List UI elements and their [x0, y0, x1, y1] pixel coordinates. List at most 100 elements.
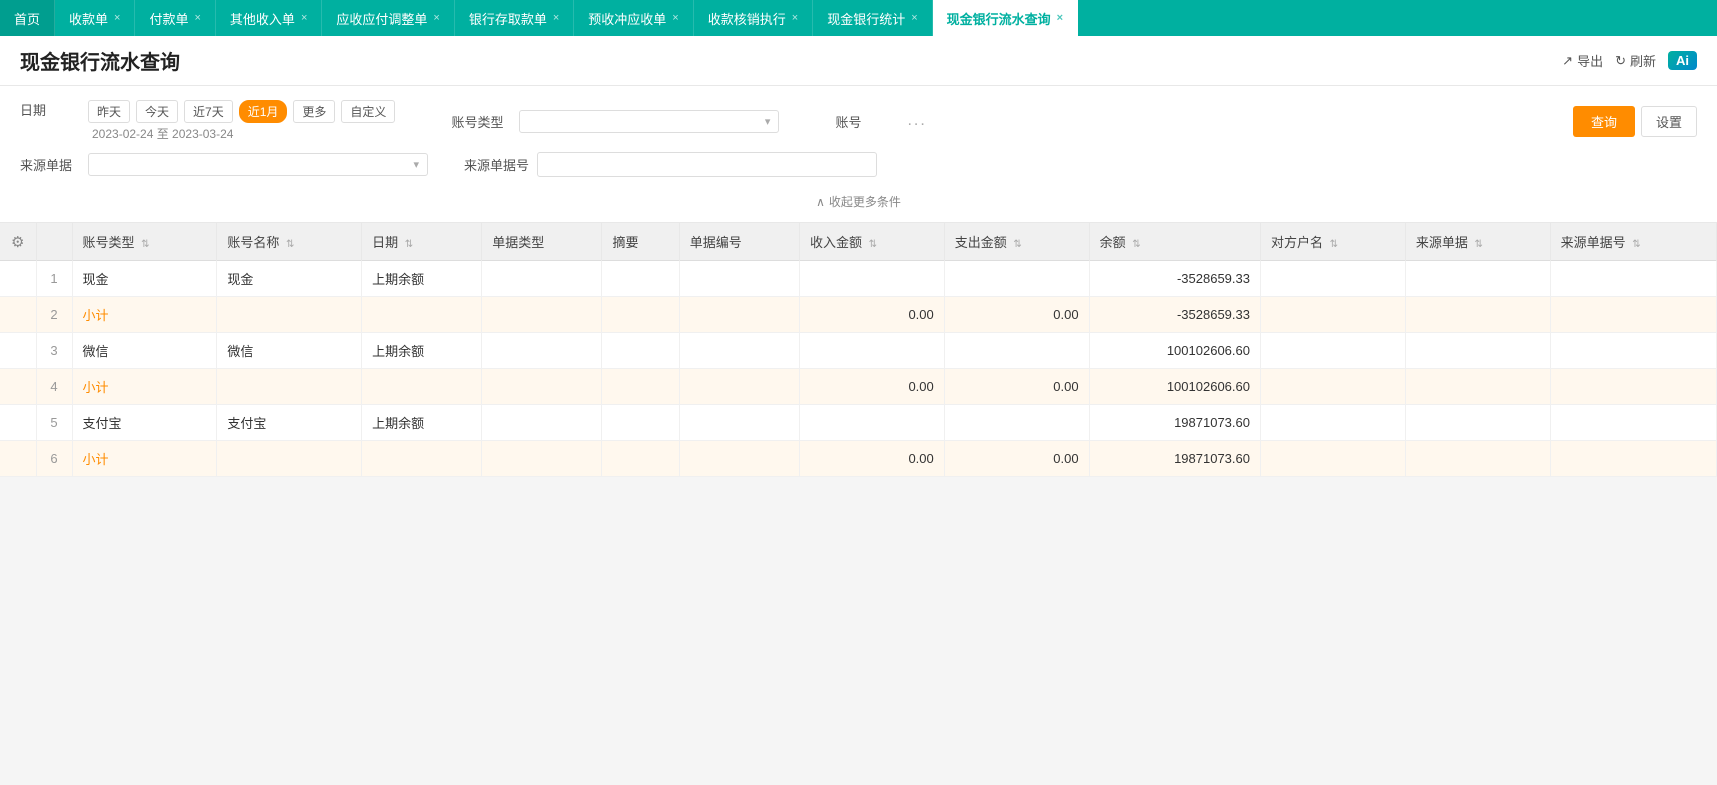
table-cell: -3528659.33	[1089, 261, 1260, 297]
col-balance[interactable]: 余额 ⇅	[1089, 223, 1260, 261]
col-expense[interactable]: 支出金额 ⇅	[944, 223, 1089, 261]
table-cell: 2	[36, 297, 72, 333]
table-row[interactable]: 6小计0.000.0019871073.60	[0, 441, 1717, 477]
top-nav: 首页 收款单 × 付款单 × 其他收入单 × 应收应付调整单 × 银行存取款单 …	[0, 0, 1717, 36]
table-row[interactable]: 3微信微信上期余额100102606.60	[0, 333, 1717, 369]
table-cell: 4	[36, 369, 72, 405]
table-area: ⚙ 账号类型 ⇅ 账号名称 ⇅ 日期 ⇅ 单据类型 摘要 单据编号 收入金额 ⇅…	[0, 223, 1717, 477]
table-cell	[602, 441, 679, 477]
col-settings[interactable]: ⚙	[0, 223, 36, 261]
table-cell: 0.00	[944, 297, 1089, 333]
col-source-doc-no[interactable]: 来源单据号 ⇅	[1550, 223, 1716, 261]
table-row[interactable]: 2小计0.000.00-3528659.33	[0, 297, 1717, 333]
close-icon-other-income[interactable]: ×	[301, 12, 307, 24]
nav-item-advance-offset[interactable]: 预收冲应收单 ×	[574, 0, 693, 36]
nav-label-cash-bank-flow: 现金银行流水查询	[947, 9, 1051, 28]
col-income[interactable]: 收入金额 ⇅	[799, 223, 944, 261]
nav-label-bank-deposit: 银行存取款单	[469, 9, 547, 28]
table-cell	[1405, 369, 1550, 405]
table-cell	[0, 441, 36, 477]
close-icon-payments[interactable]: ×	[194, 12, 200, 24]
page-title: 现金银行流水查询	[20, 46, 180, 75]
source-doc-no-input[interactable]	[537, 152, 877, 177]
table-cell	[482, 333, 602, 369]
col-account-type[interactable]: 账号类型 ⇅	[72, 223, 217, 261]
nav-item-bank-deposit[interactable]: 银行存取款单 ×	[455, 0, 574, 36]
table-row[interactable]: 4小计0.000.00100102606.60	[0, 369, 1717, 405]
table-cell	[944, 405, 1089, 441]
date-btn-more[interactable]: 更多	[293, 100, 335, 123]
table-row[interactable]: 1现金现金上期余额-3528659.33	[0, 261, 1717, 297]
col-date[interactable]: 日期 ⇅	[362, 223, 482, 261]
table-cell	[799, 333, 944, 369]
export-label: 导出	[1577, 51, 1603, 70]
nav-label-advance-offset: 预收冲应收单	[588, 9, 666, 28]
refresh-button[interactable]: ↻ 刷新	[1615, 51, 1656, 70]
source-doc-label: 来源单据	[20, 155, 80, 174]
close-icon-cash-bank-stats[interactable]: ×	[911, 12, 917, 24]
date-btn-today[interactable]: 今天	[136, 100, 178, 123]
date-btn-7days[interactable]: 近7天	[184, 100, 233, 123]
nav-item-receipts[interactable]: 收款单 ×	[55, 0, 135, 36]
collapse-bar[interactable]: ∧ 收起更多条件	[20, 187, 1697, 214]
table-cell	[362, 369, 482, 405]
table-cell	[0, 261, 36, 297]
nav-item-cash-bank-flow[interactable]: 现金银行流水查询 ×	[933, 0, 1078, 36]
table-cell: 上期余额	[362, 333, 482, 369]
col-account-name[interactable]: 账号名称 ⇅	[217, 223, 362, 261]
refresh-icon: ↻	[1615, 53, 1626, 69]
date-btn-custom[interactable]: 自定义	[341, 100, 395, 123]
col-seq	[36, 223, 72, 261]
table-cell	[217, 297, 362, 333]
date-btn-yesterday[interactable]: 昨天	[88, 100, 130, 123]
nav-item-receipt-verify[interactable]: 收款核销执行 ×	[694, 0, 813, 36]
nav-item-home[interactable]: 首页	[0, 0, 55, 36]
export-button[interactable]: ↗ 导出	[1562, 51, 1603, 70]
nav-item-cash-bank-stats[interactable]: 现金银行统计 ×	[813, 0, 932, 36]
table-cell	[602, 369, 679, 405]
nav-item-payments[interactable]: 付款单 ×	[135, 0, 215, 36]
table-cell: 0.00	[799, 369, 944, 405]
date-btn-1month[interactable]: 近1月	[239, 100, 288, 123]
table-cell	[362, 441, 482, 477]
close-icon-bank-deposit[interactable]: ×	[553, 12, 559, 24]
col-counterparty[interactable]: 对方户名 ⇅	[1260, 223, 1405, 261]
close-icon-receipts[interactable]: ×	[114, 12, 120, 24]
col-source-doc[interactable]: 来源单据 ⇅	[1405, 223, 1550, 261]
col-doc-type[interactable]: 单据类型	[482, 223, 602, 261]
table-cell: 0.00	[799, 297, 944, 333]
table-cell	[0, 333, 36, 369]
source-doc-select[interactable]: ▾	[88, 153, 428, 176]
ai-badge[interactable]: Ai	[1668, 51, 1697, 70]
table-cell: 6	[36, 441, 72, 477]
table-cell: 小计	[72, 297, 217, 333]
nav-item-ar-ap-adjust[interactable]: 应收应付调整单 ×	[322, 0, 454, 36]
nav-label-other-income: 其他收入单	[230, 9, 295, 28]
close-icon-receipt-verify[interactable]: ×	[792, 12, 798, 24]
table-cell	[482, 297, 602, 333]
nav-item-other-income[interactable]: 其他收入单 ×	[216, 0, 322, 36]
table-cell	[0, 297, 36, 333]
nav-label-payments: 付款单	[149, 9, 188, 28]
query-button[interactable]: 查询	[1573, 106, 1635, 137]
table-cell	[602, 405, 679, 441]
settings-button[interactable]: 设置	[1641, 106, 1697, 137]
close-icon-advance-offset[interactable]: ×	[672, 12, 678, 24]
table-cell	[679, 405, 799, 441]
account-dots-button[interactable]: ...	[903, 112, 930, 130]
col-summary[interactable]: 摘要	[602, 223, 679, 261]
table-cell	[602, 297, 679, 333]
table-cell: 100102606.60	[1089, 333, 1260, 369]
table-cell	[799, 261, 944, 297]
table-cell	[482, 441, 602, 477]
table-cell	[602, 333, 679, 369]
close-icon-ar-ap-adjust[interactable]: ×	[433, 12, 439, 24]
page-header: 现金银行流水查询 ↗ 导出 ↻ 刷新 Ai	[0, 36, 1717, 86]
gear-icon[interactable]: ⚙	[11, 234, 24, 251]
close-icon-cash-bank-flow[interactable]: ×	[1057, 12, 1063, 24]
account-type-select[interactable]: ▾	[519, 110, 779, 133]
table-row[interactable]: 5支付宝支付宝上期余额19871073.60	[0, 405, 1717, 441]
col-doc-no[interactable]: 单据编号	[679, 223, 799, 261]
table-cell	[1550, 441, 1716, 477]
table-cell: 小计	[72, 369, 217, 405]
